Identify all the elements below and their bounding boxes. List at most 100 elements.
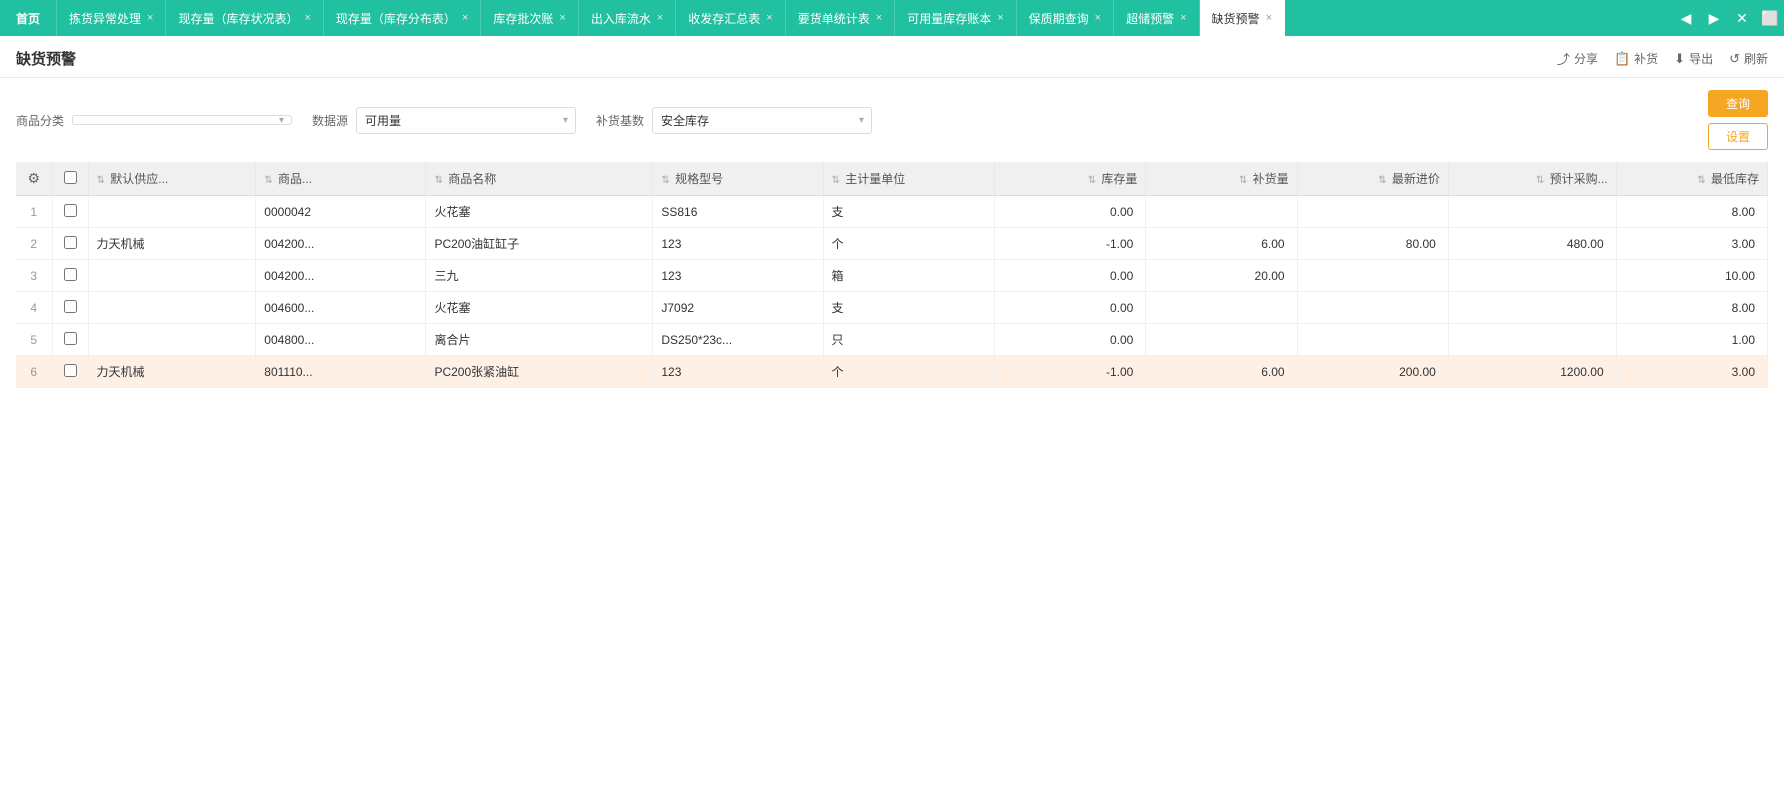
td-unit-0: 支 xyxy=(823,196,995,228)
td-min-stock-1: 3.00 xyxy=(1616,228,1767,260)
header-actions: ⤴ 分享 📋 补货 ⬇ 导出 ↺ 刷新 xyxy=(1557,49,1768,68)
th-stock[interactable]: ⇅ 库存量 xyxy=(995,162,1146,196)
td-code-1: 004200... xyxy=(256,228,426,260)
row-checkbox-1[interactable] xyxy=(64,236,77,249)
td-min-stock-3: 8.00 xyxy=(1616,292,1767,324)
tab-bar: 首页 拣货异常处理 × 现存量（库存状况表） × 现存量（库存分布表） × 库存… xyxy=(0,0,1784,36)
sort-est-icon: ⇅ xyxy=(1536,175,1544,186)
tab-collect-close[interactable]: × xyxy=(766,12,772,24)
table-row: 1 0000042 火花塞 SS816 支 0.00 8.00 xyxy=(16,196,1768,228)
td-unit-2: 箱 xyxy=(823,260,995,292)
tab-prev-btn[interactable]: ◀ xyxy=(1672,0,1700,36)
th-restock[interactable]: ⇅ 补货量 xyxy=(1146,162,1297,196)
tab-stock-status-close[interactable]: × xyxy=(304,12,310,24)
th-code[interactable]: ⇅ 商品... xyxy=(256,162,426,196)
tab-available-close[interactable]: × xyxy=(997,12,1003,24)
th-unit[interactable]: ⇅ 主计量单位 xyxy=(823,162,995,196)
td-checkbox-3[interactable] xyxy=(52,292,88,324)
td-checkbox-1[interactable] xyxy=(52,228,88,260)
share-button[interactable]: ⤴ 分享 xyxy=(1557,49,1598,68)
th-name[interactable]: ⇅ 商品名称 xyxy=(426,162,653,196)
td-est-purchase-0 xyxy=(1448,196,1616,228)
td-code-4: 004800... xyxy=(256,324,426,356)
tab-exception[interactable]: 拣货异常处理 × xyxy=(57,0,166,36)
td-name-2: 三九 xyxy=(426,260,653,292)
category-select[interactable] xyxy=(72,115,292,125)
tab-inout-close[interactable]: × xyxy=(657,12,663,24)
select-all-checkbox[interactable] xyxy=(64,171,77,184)
query-button[interactable]: 查询 xyxy=(1708,90,1768,117)
td-unit-3: 支 xyxy=(823,292,995,324)
datasource-select[interactable]: 可用量 xyxy=(356,107,576,134)
td-index-5: 6 xyxy=(16,356,52,388)
table-row: 5 004800... 离合片 DS250*23c... 只 0.00 1.00 xyxy=(16,324,1768,356)
td-checkbox-4[interactable] xyxy=(52,324,88,356)
refresh-button[interactable]: ↺ 刷新 xyxy=(1729,50,1768,67)
tab-home[interactable]: 首页 xyxy=(0,0,57,36)
td-name-5: PC200张紧油缸 xyxy=(426,356,653,388)
export-button[interactable]: ⬇ 导出 xyxy=(1674,50,1713,67)
td-checkbox-5[interactable] xyxy=(52,356,88,388)
td-checkbox-0[interactable] xyxy=(52,196,88,228)
tab-restore-btn[interactable]: ⬜ xyxy=(1756,0,1784,36)
settings-button[interactable]: 设置 xyxy=(1708,123,1768,150)
th-supplier[interactable]: ⇅ 默认供应... xyxy=(88,162,256,196)
tab-overstock[interactable]: 超储预警 × xyxy=(1114,0,1199,36)
tab-exception-close[interactable]: × xyxy=(147,12,153,24)
table-row: 2 力天机械 004200... PC200油缸缸子 123 个 -1.00 6… xyxy=(16,228,1768,260)
row-checkbox-3[interactable] xyxy=(64,300,77,313)
td-unit-1: 个 xyxy=(823,228,995,260)
td-index-2: 3 xyxy=(16,260,52,292)
td-supplier-4 xyxy=(88,324,256,356)
td-latest-price-3 xyxy=(1297,292,1448,324)
th-min-stock[interactable]: ⇅ 最低库存 xyxy=(1616,162,1767,196)
tab-demand-close[interactable]: × xyxy=(876,12,882,24)
tab-stock-dist-close[interactable]: × xyxy=(462,12,468,24)
row-checkbox-0[interactable] xyxy=(64,204,77,217)
tab-close-all-btn[interactable]: ✕ xyxy=(1728,0,1756,36)
row-checkbox-5[interactable] xyxy=(64,364,77,377)
replenish-select-wrapper: 安全库存 ▾ xyxy=(652,107,872,134)
gear-icon[interactable]: ⚙ xyxy=(27,170,40,186)
td-name-1: PC200油缸缸子 xyxy=(426,228,653,260)
tab-batch-close[interactable]: × xyxy=(559,12,565,24)
tab-inout-flow[interactable]: 出入库流水 × xyxy=(579,0,676,36)
td-code-0: 0000042 xyxy=(256,196,426,228)
datasource-select-wrapper: 可用量 ▾ xyxy=(356,107,576,134)
datasource-filter-group: 数据源 可用量 ▾ xyxy=(312,107,576,134)
td-stock-3: 0.00 xyxy=(995,292,1146,324)
td-index-1: 2 xyxy=(16,228,52,260)
tab-expiry-close[interactable]: × xyxy=(1095,12,1101,24)
tab-collect-send[interactable]: 收发存汇总表 × xyxy=(676,0,785,36)
td-code-3: 004600... xyxy=(256,292,426,324)
tab-stock-dist[interactable]: 现存量（库存分布表） × xyxy=(324,0,481,36)
th-latest-price[interactable]: ⇅ 最新进价 xyxy=(1297,162,1448,196)
tab-available[interactable]: 可用量库存账本 × xyxy=(895,0,1016,36)
td-restock-5: 6.00 xyxy=(1146,356,1297,388)
sort-min-icon: ⇅ xyxy=(1697,175,1705,186)
row-checkbox-4[interactable] xyxy=(64,332,77,345)
datasource-label: 数据源 xyxy=(312,112,348,129)
replenish-select[interactable]: 安全库存 xyxy=(652,107,872,134)
tab-expiry[interactable]: 保质期查询 × xyxy=(1017,0,1114,36)
tab-demand[interactable]: 要货单统计表 × xyxy=(786,0,895,36)
td-name-4: 离合片 xyxy=(426,324,653,356)
td-supplier-2 xyxy=(88,260,256,292)
th-settings[interactable]: ⚙ xyxy=(16,162,52,196)
tab-shortage[interactable]: 缺货预警 × xyxy=(1200,0,1285,36)
td-checkbox-2[interactable] xyxy=(52,260,88,292)
tab-shortage-close[interactable]: × xyxy=(1266,12,1272,24)
tab-next-btn[interactable]: ▶ xyxy=(1700,0,1728,36)
th-checkbox[interactable] xyxy=(52,162,88,196)
restock-button[interactable]: 📋 补货 xyxy=(1614,50,1658,67)
tab-overstock-close[interactable]: × xyxy=(1180,12,1186,24)
td-latest-price-1: 80.00 xyxy=(1297,228,1448,260)
tab-batch[interactable]: 库存批次账 × xyxy=(481,0,578,36)
row-checkbox-2[interactable] xyxy=(64,268,77,281)
th-est-purchase[interactable]: ⇅ 预计采购... xyxy=(1448,162,1616,196)
th-spec[interactable]: ⇅ 规格型号 xyxy=(653,162,823,196)
td-latest-price-2 xyxy=(1297,260,1448,292)
replenish-filter-group: 补货基数 安全库存 ▾ xyxy=(596,107,872,134)
td-stock-0: 0.00 xyxy=(995,196,1146,228)
tab-stock-status[interactable]: 现存量（库存状况表） × xyxy=(166,0,323,36)
